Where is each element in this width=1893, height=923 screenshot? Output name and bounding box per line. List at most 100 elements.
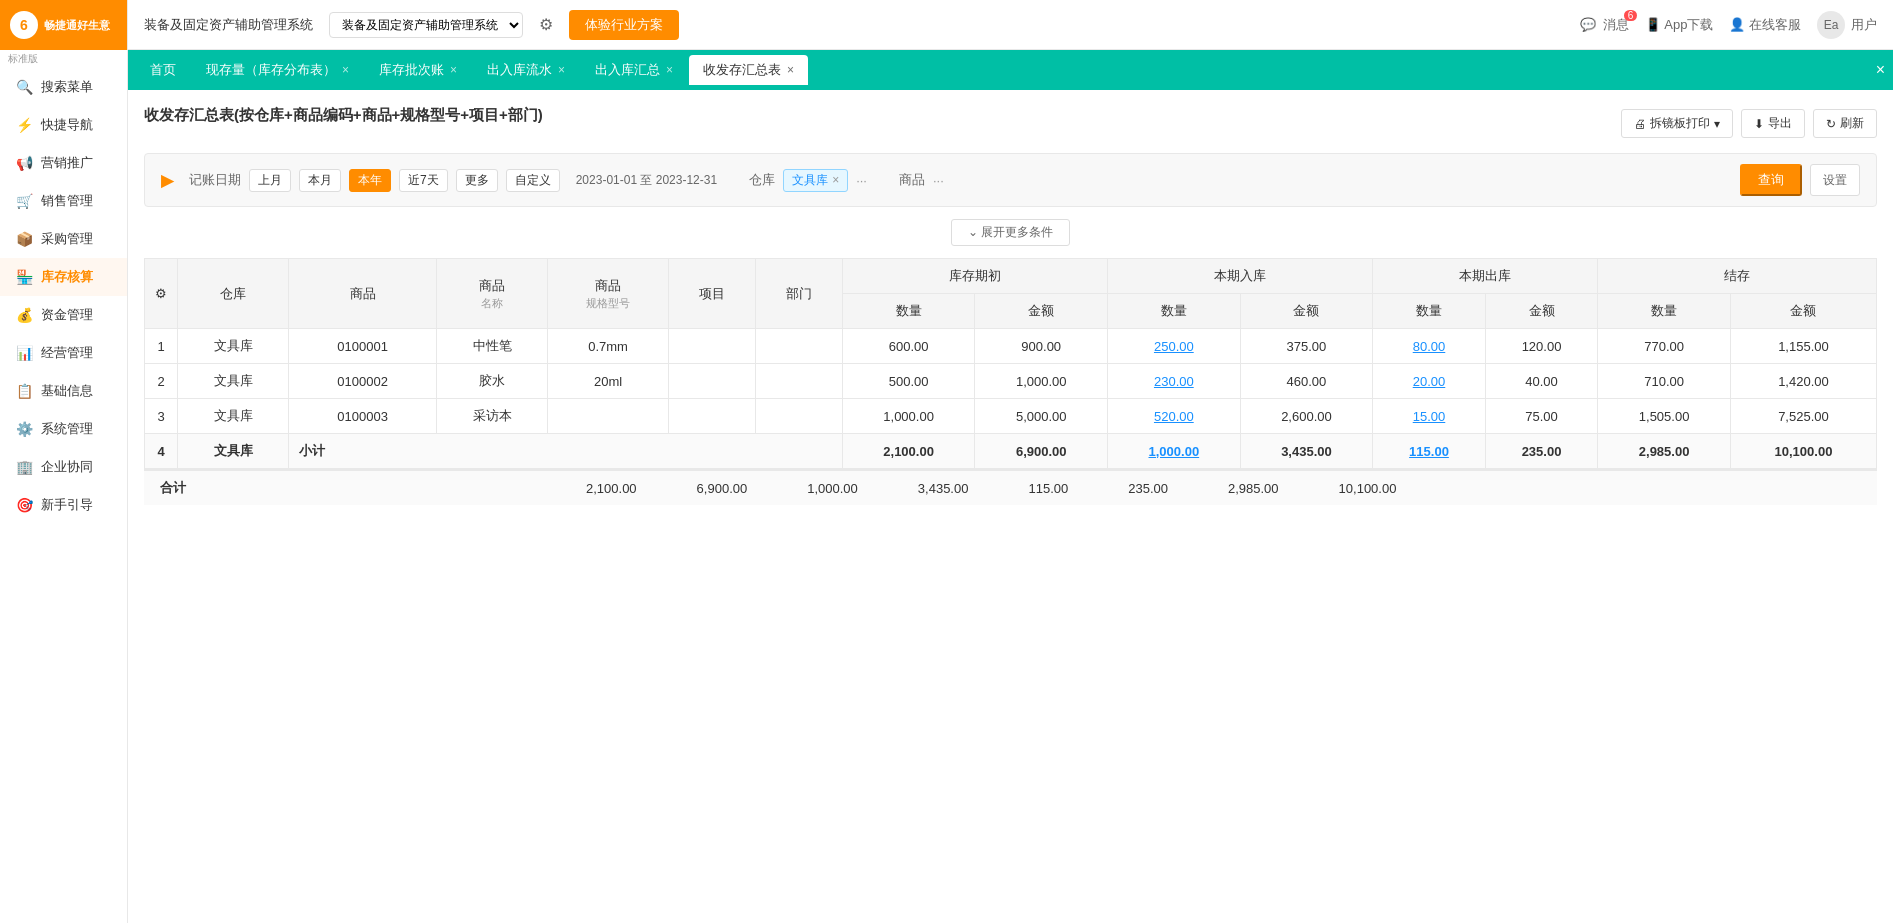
col-out-qty: 数量 bbox=[1373, 294, 1486, 329]
col-in-qty: 数量 bbox=[1108, 294, 1241, 329]
col-in-amt: 金额 bbox=[1240, 294, 1373, 329]
sidebar-item-quick[interactable]: ⚡ 快捷导航 bbox=[0, 106, 127, 144]
settings-button[interactable]: 设置 bbox=[1810, 164, 1860, 196]
date-btn-this-month[interactable]: 本月 bbox=[299, 169, 341, 192]
tab-close-icon[interactable]: × bbox=[450, 63, 457, 77]
row3-close-amt: 7,525.00 bbox=[1730, 399, 1876, 434]
col-opening-qty: 数量 bbox=[842, 294, 975, 329]
row1-name: 中性笔 bbox=[437, 329, 548, 364]
subtotal-label: 小计 bbox=[289, 434, 843, 469]
expand-btn[interactable]: ⌄ 展开更多条件 bbox=[951, 219, 1070, 246]
date-btn-last-month[interactable]: 上月 bbox=[249, 169, 291, 192]
sidebar-item-label: 搜索菜单 bbox=[41, 78, 93, 96]
tab-collect-summary-label: 收发存汇总表 bbox=[703, 61, 781, 79]
user-area[interactable]: Ea 用户 bbox=[1817, 11, 1877, 39]
sidebar-item-label: 系统管理 bbox=[41, 420, 93, 438]
row3-name: 采访本 bbox=[437, 399, 548, 434]
basic-icon: 📋 bbox=[16, 383, 33, 399]
row2-out-qty[interactable]: 20.00 bbox=[1373, 364, 1486, 399]
row1-in-qty[interactable]: 250.00 bbox=[1108, 329, 1241, 364]
tab-close-icon[interactable]: × bbox=[558, 63, 565, 77]
row3-close-qty: 1,505.00 bbox=[1598, 399, 1731, 434]
row3-spec bbox=[548, 399, 668, 434]
sidebar-item-sales[interactable]: 🛒 销售管理 bbox=[0, 182, 127, 220]
row3-warehouse: 文具库 bbox=[178, 399, 289, 434]
sidebar-item-label: 快捷导航 bbox=[41, 116, 93, 134]
row2-in-qty[interactable]: 230.00 bbox=[1108, 364, 1241, 399]
refresh-icon: ↻ bbox=[1826, 117, 1836, 131]
marketing-icon: 📢 bbox=[16, 155, 33, 171]
sidebar-logo: 6 畅捷通好生意 bbox=[0, 0, 127, 50]
warehouse-tag-close[interactable]: × bbox=[832, 173, 839, 187]
tab-inventory-dist[interactable]: 现存量（库存分布表） × bbox=[192, 55, 363, 85]
row1-close-amt: 1,155.00 bbox=[1730, 329, 1876, 364]
sidebar-item-search[interactable]: 🔍 搜索菜单 bbox=[0, 68, 127, 106]
message-icon-area[interactable]: 💬 6 消息 bbox=[1580, 16, 1630, 34]
sidebar-item-newbie[interactable]: 🎯 新手引导 bbox=[0, 486, 127, 524]
online-service[interactable]: 👤 在线客服 bbox=[1729, 16, 1801, 34]
print-button[interactable]: 🖨 拆镜板打印 ▾ bbox=[1621, 109, 1733, 138]
tab-close-icon[interactable]: × bbox=[787, 63, 794, 77]
sidebar-item-finance[interactable]: 💰 资金管理 bbox=[0, 296, 127, 334]
total-close-amt: 10,100.00 bbox=[1339, 481, 1397, 496]
row1-warehouse: 文具库 bbox=[178, 329, 289, 364]
col-warehouse: 仓库 bbox=[178, 259, 289, 329]
row3-project bbox=[668, 399, 755, 434]
sidebar-item-system[interactable]: ⚙️ 系统管理 bbox=[0, 410, 127, 448]
tab-bar-close-icon[interactable]: × bbox=[1876, 61, 1885, 79]
tab-close-icon[interactable]: × bbox=[342, 63, 349, 77]
subtotal-in-qty[interactable]: 1,000.00 bbox=[1108, 434, 1241, 469]
tab-batch[interactable]: 库存批次账 × bbox=[365, 55, 471, 85]
sidebar-item-basic[interactable]: 📋 基础信息 bbox=[0, 372, 127, 410]
row1-in-amt: 375.00 bbox=[1240, 329, 1373, 364]
date-btn-7days[interactable]: 近7天 bbox=[399, 169, 448, 192]
date-filter-section: 记账日期 上月 本月 本年 近7天 更多 自定义 bbox=[189, 169, 560, 192]
date-btn-this-year[interactable]: 本年 bbox=[349, 169, 391, 192]
sidebar-item-purchase[interactable]: 📦 采购管理 bbox=[0, 220, 127, 258]
row3-out-qty[interactable]: 15.00 bbox=[1373, 399, 1486, 434]
tab-inventory-dist-label: 现存量（库存分布表） bbox=[206, 61, 336, 79]
tab-home[interactable]: 首页 bbox=[136, 55, 190, 85]
system-select[interactable]: 装备及固定资产辅助管理系统 bbox=[329, 12, 523, 38]
tab-inout-summary[interactable]: 出入库汇总 × bbox=[581, 55, 687, 85]
sidebar-item-inventory[interactable]: 🏪 库存核算 bbox=[0, 258, 127, 296]
refresh-button[interactable]: ↻ 刷新 bbox=[1813, 109, 1877, 138]
warehouse-tag-text: 文具库 bbox=[792, 172, 828, 189]
tab-close-icon[interactable]: × bbox=[666, 63, 673, 77]
export-button[interactable]: ⬇ 导出 bbox=[1741, 109, 1805, 138]
col-settings[interactable]: ⚙ bbox=[145, 259, 178, 329]
sidebar-item-enterprise[interactable]: 🏢 企业协同 bbox=[0, 448, 127, 486]
total-bar: 合计 2,100.00 6,900.00 1,000.00 3,435.00 1… bbox=[144, 469, 1877, 505]
chevron-down-icon: ▾ bbox=[1714, 117, 1720, 131]
filter-toggle-icon[interactable]: ▶ bbox=[161, 171, 173, 190]
tab-inout-flow[interactable]: 出入库流水 × bbox=[473, 55, 579, 85]
data-table: ⚙ 仓库 商品 商品名称 商品规格型号 项目 部门 库存期初 本期入库 本期出库… bbox=[144, 258, 1877, 469]
query-button[interactable]: 查询 bbox=[1740, 164, 1802, 196]
goods-label: 商品 bbox=[899, 171, 925, 189]
sidebar-item-label: 采购管理 bbox=[41, 230, 93, 248]
print-icon: 🖨 bbox=[1634, 117, 1646, 131]
app-download[interactable]: 📱 App下载 bbox=[1645, 16, 1713, 34]
date-btn-custom[interactable]: 自定义 bbox=[506, 169, 560, 192]
sidebar-item-marketing[interactable]: 📢 营销推广 bbox=[0, 144, 127, 182]
settings-icon[interactable]: ⚙ bbox=[539, 15, 553, 34]
row1-out-qty[interactable]: 80.00 bbox=[1373, 329, 1486, 364]
warehouse-more-icon[interactable]: ··· bbox=[856, 173, 867, 188]
row1-open-amt: 900.00 bbox=[975, 329, 1108, 364]
try-button[interactable]: 体验行业方案 bbox=[569, 10, 679, 40]
warehouse-tag[interactable]: 文具库 × bbox=[783, 169, 848, 192]
subtotal-out-qty[interactable]: 115.00 bbox=[1373, 434, 1486, 469]
subtotal-open-qty: 2,100.00 bbox=[842, 434, 975, 469]
sidebar-item-operation[interactable]: 📊 经营管理 bbox=[0, 334, 127, 372]
row3-in-qty[interactable]: 520.00 bbox=[1108, 399, 1241, 434]
sidebar-item-label: 销售管理 bbox=[41, 192, 93, 210]
logo-text: 畅捷通好生意 bbox=[44, 18, 110, 32]
tab-collect-summary[interactable]: 收发存汇总表 × bbox=[689, 55, 808, 85]
row2-project bbox=[668, 364, 755, 399]
date-btn-more[interactable]: 更多 bbox=[456, 169, 498, 192]
col-closing-group: 结存 bbox=[1598, 259, 1877, 294]
date-label: 记账日期 bbox=[189, 171, 241, 189]
goods-more-icon[interactable]: ··· bbox=[933, 173, 944, 188]
warehouse-label: 仓库 bbox=[749, 171, 775, 189]
goods-filter-section: 商品 ··· bbox=[899, 171, 944, 189]
